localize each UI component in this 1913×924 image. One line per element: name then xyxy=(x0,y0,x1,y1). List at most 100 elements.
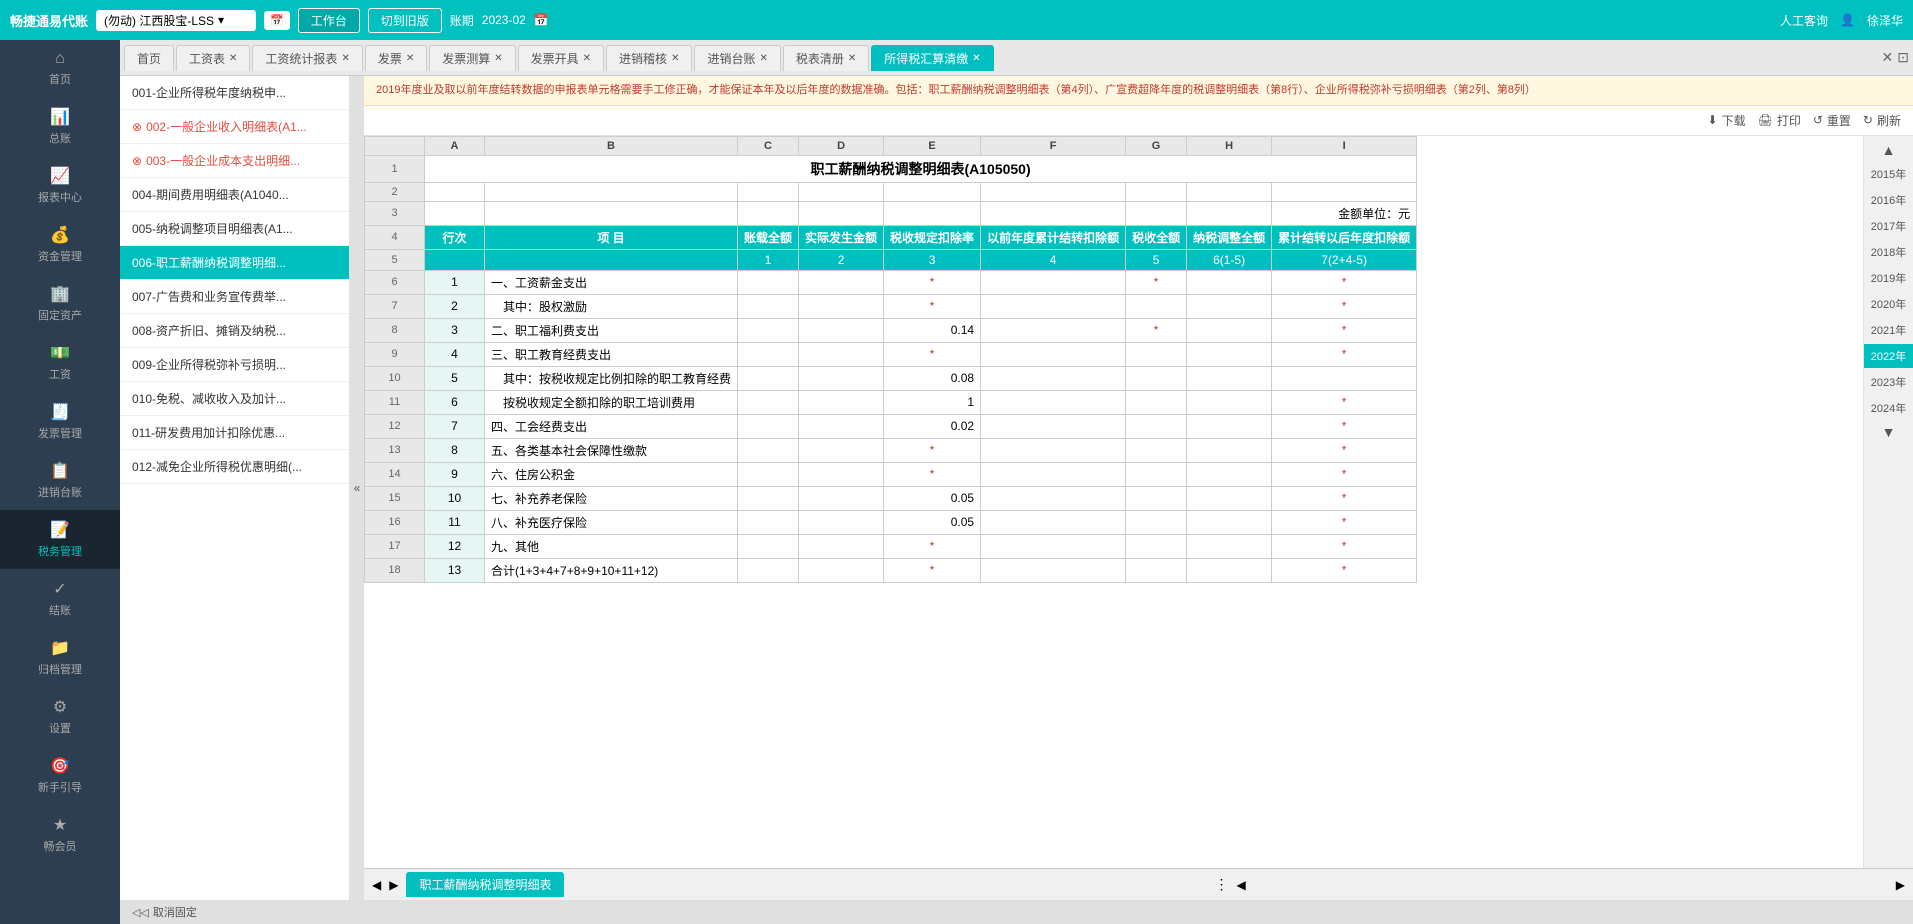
sidebar-item-report[interactable]: 📈报表中心 xyxy=(0,156,120,215)
sidebar-item-invoice-mgmt[interactable]: 🧾发票管理 xyxy=(0,392,120,451)
sidebar-item-asset-mgmt[interactable]: 💰资金管理 xyxy=(0,215,120,274)
sidebar-label-archive: 归档管理 xyxy=(38,661,82,677)
company-selector[interactable]: (勿动) 江西股宝-LSS ▾ xyxy=(96,10,256,31)
sidebar-item-tax-mgmt[interactable]: 📝税务管理 xyxy=(0,510,120,569)
tab-close-invoice[interactable]: ✕ xyxy=(406,53,414,64)
form-list-item-003[interactable]: ⊗003-一般企业成本支出明细... xyxy=(120,144,349,178)
sidebar-label-asset-mgmt: 资金管理 xyxy=(38,248,82,264)
period-calendar-icon[interactable]: 📅 xyxy=(534,13,549,27)
row-num-1: 1 xyxy=(365,155,425,182)
tab-salary[interactable]: 工资表✕ xyxy=(176,45,250,71)
year-btn-2017年[interactable]: 2017年 xyxy=(1864,214,1913,238)
tab-purchase-ledger[interactable]: 进销台账✕ xyxy=(694,45,780,71)
year-btn-2016年[interactable]: 2016年 xyxy=(1864,188,1913,212)
sidebar-item-close[interactable]: ✓结账 xyxy=(0,569,120,628)
col-header-I: I xyxy=(1272,136,1417,155)
form-list-item-008[interactable]: 008-资产折旧、摊销及纳税... xyxy=(120,314,349,348)
form-list-item-009[interactable]: 009-企业所得税弥补亏损明... xyxy=(120,348,349,382)
period-value: 2023-02 xyxy=(482,13,526,27)
period-label: 账期 xyxy=(450,12,474,29)
reset-button[interactable]: ↺ 重置 xyxy=(1813,112,1851,129)
sidebar-item-newbie[interactable]: 🎯新手引导 xyxy=(0,746,120,805)
support-link[interactable]: 人工客询 xyxy=(1780,12,1828,29)
sidebar-item-salary[interactable]: 💵工资 xyxy=(0,333,120,392)
right-nav-icon[interactable]: ▶ xyxy=(389,878,398,892)
form-list-item-011[interactable]: 011-研发费用加计扣除优惠... xyxy=(120,416,349,450)
tab-close-invoice-open[interactable]: ✕ xyxy=(583,53,591,64)
form-list-item-001[interactable]: 001-企业所得税年度纳税申... xyxy=(120,76,349,110)
col-header-E: E xyxy=(884,136,981,155)
spreadsheet-table: ABCDEFGHI1职工薪酬纳税调整明细表(A105050)23金额单位：元4 … xyxy=(364,136,1417,583)
sheet-menu-icon[interactable]: ⋮ xyxy=(1215,876,1229,893)
year-btn-2020年[interactable]: 2020年 xyxy=(1864,292,1913,316)
tab-close-purchase-ledger[interactable]: ✕ xyxy=(759,53,767,64)
year-nav-up[interactable]: ▲ xyxy=(1880,140,1898,160)
year-btn-2021年[interactable]: 2021年 xyxy=(1864,318,1913,342)
sidebar-item-settings[interactable]: ⚙设置 xyxy=(0,687,120,746)
footer-cancel-label[interactable]: 取消固定 xyxy=(153,904,197,920)
oldver-button[interactable]: 切到旧版 xyxy=(368,8,442,33)
tab-salary-stat[interactable]: 工资统计报表✕ xyxy=(252,45,362,71)
tab-invoice-calc[interactable]: 发票测算✕ xyxy=(429,45,515,71)
tab-home[interactable]: 首页 xyxy=(124,45,174,71)
error-icon-003: ⊗ xyxy=(132,154,142,168)
tab-close-invoice-calc[interactable]: ✕ xyxy=(494,53,502,64)
form-list-item-002[interactable]: ⊗002-一般企业收入明细表(A1... xyxy=(120,110,349,144)
tab-purchase-verify[interactable]: 进销稽核✕ xyxy=(606,45,692,71)
collapse-panel-button[interactable]: « xyxy=(350,76,364,900)
seq-1: 2 xyxy=(425,294,485,318)
col-header-G: G xyxy=(1126,136,1187,155)
sidebar-item-home[interactable]: ⌂首页 xyxy=(0,40,120,97)
sidebar-item-archive[interactable]: 📁归档管理 xyxy=(0,628,120,687)
year-btn-2019年[interactable]: 2019年 xyxy=(1864,266,1913,290)
sidebar-item-fixed-asset[interactable]: 🏢固定资产 xyxy=(0,274,120,333)
sidebar-item-ledger[interactable]: 📊总账 xyxy=(0,97,120,156)
sheet-scroll-left[interactable]: ◀ xyxy=(1237,878,1246,892)
seq-5: 6 xyxy=(425,390,485,414)
form-list-item-007[interactable]: 007-广告费和业务宣传费举... xyxy=(120,280,349,314)
sheet-tab-active[interactable]: 职工薪酬纳税调整明细表 xyxy=(406,872,564,897)
form-list-item-005[interactable]: 005-纳税调整项目明细表(A1... xyxy=(120,212,349,246)
year-nav-down[interactable]: ▼ xyxy=(1880,422,1898,442)
company-dropdown-icon[interactable]: ▾ xyxy=(218,13,224,27)
year-btn-2018年[interactable]: 2018年 xyxy=(1864,240,1913,264)
year-btn-2022年[interactable]: 2022年 xyxy=(1864,344,1913,368)
app-root: 畅捷通易代账 (勿动) 江西股宝-LSS ▾ 📅 工作台 切到旧版 账期 202… xyxy=(0,0,1913,924)
year-btn-2024年[interactable]: 2024年 xyxy=(1864,396,1913,420)
tab-close-purchase-verify[interactable]: ✕ xyxy=(671,53,679,64)
close-icon: ✓ xyxy=(53,579,66,599)
refresh-button[interactable]: ↻ 刷新 xyxy=(1863,112,1901,129)
sidebar-label-invoice-mgmt: 发票管理 xyxy=(38,425,82,441)
tab-close-salary-stat[interactable]: ✕ xyxy=(341,53,349,64)
calendar-icon-btn[interactable]: 📅 xyxy=(264,11,290,30)
tab-close-income-tax[interactable]: ✕ xyxy=(972,53,980,64)
user-label[interactable]: 徐泽华 xyxy=(1867,12,1903,29)
sub-header-3: 3 xyxy=(884,249,981,270)
topbar-right: 人工客询 👤 徐泽华 xyxy=(1780,12,1903,29)
tab-tax-clear[interactable]: 税表清册✕ xyxy=(783,45,869,71)
tab-invoice-open[interactable]: 发票开具✕ xyxy=(518,45,604,71)
row-num-4: 4 xyxy=(365,225,425,249)
tab-maximize-button[interactable]: ⊡ xyxy=(1897,49,1909,66)
form-list-item-012[interactable]: 012-减免企业所得税优惠明细(... xyxy=(120,450,349,484)
tab-close-all-button[interactable]: ✕ xyxy=(1882,49,1894,66)
download-button[interactable]: ⬇ 下载 xyxy=(1708,112,1746,129)
workbench-button[interactable]: 工作台 xyxy=(298,8,360,33)
spreadsheet-wrapper[interactable]: ABCDEFGHI1职工薪酬纳税调整明细表(A105050)23金额单位：元4 … xyxy=(364,136,1863,869)
item-name-11: 九、其他 xyxy=(485,534,738,558)
tab-close-salary[interactable]: ✕ xyxy=(229,53,237,64)
print-label: 打印 xyxy=(1777,112,1801,129)
year-btn-2023年[interactable]: 2023年 xyxy=(1864,370,1913,394)
form-list-item-010[interactable]: 010-免税、减收收入及加计... xyxy=(120,382,349,416)
tab-invoice[interactable]: 发票✕ xyxy=(365,45,427,71)
left-nav-icon[interactable]: ◀ xyxy=(372,878,381,892)
sidebar-item-member[interactable]: ★畅会员 xyxy=(0,805,120,864)
tab-income-tax[interactable]: 所得税汇算清缴✕ xyxy=(871,45,993,71)
year-btn-2015年[interactable]: 2015年 xyxy=(1864,162,1913,186)
sheet-scroll-right[interactable]: ▶ xyxy=(1896,878,1905,892)
tab-close-tax-clear[interactable]: ✕ xyxy=(848,53,856,64)
form-list-item-006[interactable]: 006-职工薪酬纳税调整明细... xyxy=(120,246,349,280)
form-list-item-004[interactable]: 004-期间费用明细表(A1040... xyxy=(120,178,349,212)
sidebar-item-sales-ledger[interactable]: 📋进销台账 xyxy=(0,451,120,510)
print-button[interactable]: 🖨 打印 xyxy=(1758,112,1801,129)
